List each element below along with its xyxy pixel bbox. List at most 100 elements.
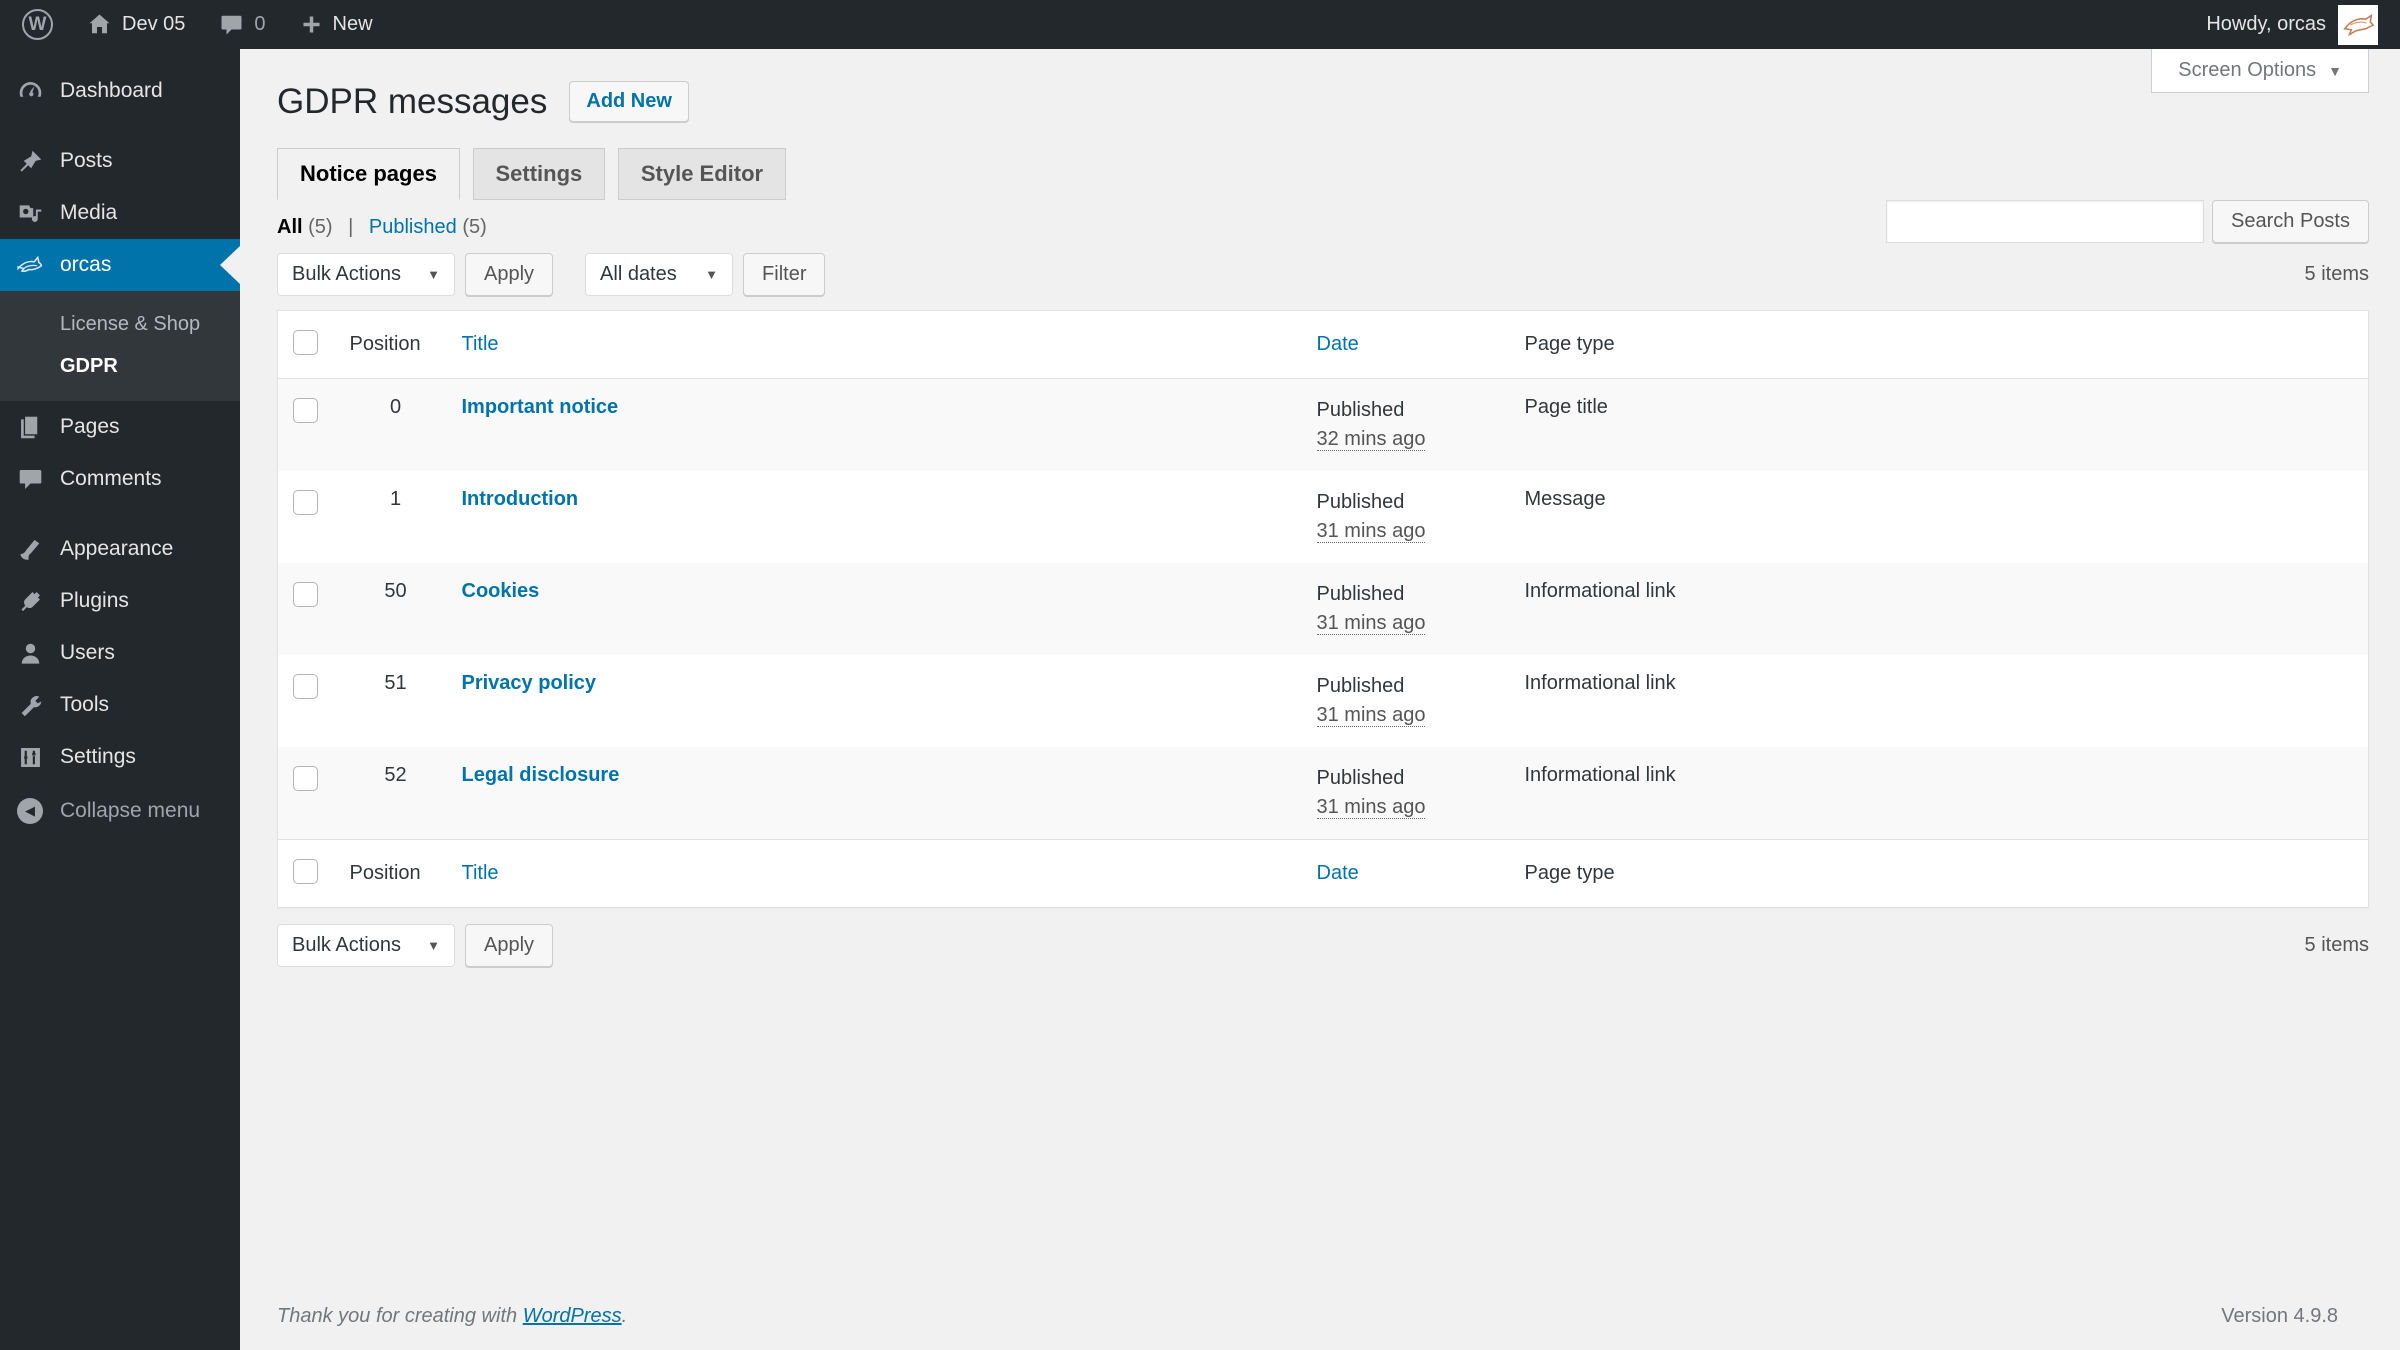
submenu-item-gdpr[interactable]: GDPR bbox=[0, 345, 240, 387]
row-status: Published bbox=[1316, 767, 1405, 789]
select-all-checkbox[interactable] bbox=[293, 859, 318, 884]
wp-logo-menu[interactable]: W bbox=[22, 9, 53, 40]
sidebar-item-comments[interactable]: Comments bbox=[0, 453, 240, 505]
column-header-title[interactable]: Title bbox=[462, 333, 499, 355]
sidebar-item-label: Plugins bbox=[60, 589, 129, 612]
row-checkbox[interactable] bbox=[293, 490, 318, 515]
row-date: 31 mins ago bbox=[1316, 704, 1426, 727]
add-new-button[interactable]: Add New bbox=[569, 81, 689, 122]
admin-bar: W Dev 05 0 New Howdy, orcas bbox=[0, 0, 2400, 49]
user-avatar bbox=[2338, 4, 2378, 45]
tab-style-editor[interactable]: Style Editor bbox=[617, 148, 787, 200]
search-posts-button[interactable]: Search Posts bbox=[2212, 200, 2369, 243]
admin-bar-comments[interactable]: 0 bbox=[219, 12, 266, 37]
my-account-menu[interactable]: Howdy, orcas bbox=[2206, 4, 2378, 45]
plus-icon bbox=[300, 13, 323, 36]
select-all-checkbox[interactable] bbox=[293, 330, 318, 355]
howdy-label: Howdy, orcas bbox=[2206, 13, 2326, 35]
sidebar-item-users[interactable]: Users bbox=[0, 627, 240, 679]
site-name-label: Dev 05 bbox=[122, 13, 186, 35]
column-footer-page-type: Page type bbox=[1524, 839, 2369, 908]
table-header-row: Position Title Date Page type bbox=[277, 310, 2369, 379]
row-title-link[interactable]: Privacy policy bbox=[462, 672, 597, 694]
row-status: Published bbox=[1316, 583, 1405, 605]
tab-notice-pages[interactable]: Notice pages bbox=[277, 148, 460, 200]
tab-settings[interactable]: Settings bbox=[472, 148, 606, 200]
pages-icon bbox=[15, 414, 45, 441]
column-header-date[interactable]: Date bbox=[1317, 333, 1359, 355]
new-content-button[interactable]: New bbox=[300, 13, 373, 36]
notice-pages-table: Position Title Date Page type 0 Importan… bbox=[277, 310, 2369, 908]
sidebar-item-orcas[interactable]: orcas bbox=[0, 239, 240, 291]
sidebar-item-tools[interactable]: Tools bbox=[0, 679, 240, 731]
comments-bubble-icon bbox=[219, 12, 244, 37]
view-published-count: (5) bbox=[462, 216, 487, 238]
wordpress-logo-icon: W bbox=[22, 9, 53, 40]
apply-button[interactable]: Apply bbox=[465, 253, 554, 296]
collapse-menu-button[interactable]: ◀ Collapse menu bbox=[0, 785, 240, 837]
submenu-item-label: GDPR bbox=[60, 354, 118, 377]
sidebar-item-settings[interactable]: Settings bbox=[0, 731, 240, 783]
sidebar-item-label: Appearance bbox=[60, 537, 174, 560]
view-all-link[interactable]: All bbox=[277, 216, 303, 238]
submenu-item-license-shop[interactable]: License & Shop bbox=[0, 303, 240, 345]
view-divider: | bbox=[348, 216, 354, 238]
sidebar-item-label: Pages bbox=[60, 415, 120, 438]
sidebar-item-dashboard[interactable]: Dashboard bbox=[0, 65, 240, 117]
dates-filter-select[interactable]: All dates ▼ bbox=[585, 253, 734, 296]
row-checkbox[interactable] bbox=[293, 674, 318, 699]
row-date: 31 mins ago bbox=[1316, 612, 1426, 635]
row-checkbox[interactable] bbox=[293, 398, 318, 423]
row-date: 32 mins ago bbox=[1316, 428, 1426, 451]
table-row: 50 Cookies Published 31 mins ago Informa… bbox=[277, 563, 2369, 655]
home-icon bbox=[87, 12, 112, 37]
row-position: 0 bbox=[389, 396, 402, 418]
row-page-type: Informational link bbox=[1524, 563, 2369, 655]
column-footer-date[interactable]: Date bbox=[1317, 862, 1359, 884]
bulk-actions-select-bottom[interactable]: Bulk Actions ▼ bbox=[277, 924, 455, 967]
wordpress-admin-screen: W Dev 05 0 New Howdy, orcas Dashboard Po… bbox=[0, 0, 2400, 1350]
apply-button-bottom[interactable]: Apply bbox=[465, 924, 554, 967]
sidebar-item-label: Media bbox=[60, 201, 118, 224]
row-checkbox[interactable] bbox=[293, 766, 318, 791]
column-header-page-type: Page type bbox=[1524, 310, 2369, 379]
sidebar-item-posts[interactable]: Posts bbox=[0, 135, 240, 187]
menu-separator bbox=[0, 505, 240, 523]
row-position: 52 bbox=[384, 764, 407, 786]
bulk-actions-select[interactable]: Bulk Actions ▼ bbox=[277, 253, 455, 296]
page-header: GDPR messages Add New bbox=[277, 81, 2369, 122]
sidebar-item-appearance[interactable]: Appearance bbox=[0, 523, 240, 575]
sidebar-item-pages[interactable]: Pages bbox=[0, 401, 240, 453]
sidebar-item-label: Comments bbox=[60, 467, 162, 490]
footer-thanks-suffix: . bbox=[621, 1305, 628, 1327]
search-input[interactable] bbox=[1886, 200, 2205, 243]
row-position: 50 bbox=[384, 580, 407, 602]
row-title-link[interactable]: Introduction bbox=[462, 488, 579, 510]
new-label: New bbox=[332, 13, 373, 35]
row-checkbox[interactable] bbox=[293, 582, 318, 607]
table-row: 0 Important notice Published 32 mins ago… bbox=[277, 378, 2369, 471]
sidebar-item-label: Posts bbox=[60, 149, 113, 172]
row-title-link[interactable]: Important notice bbox=[462, 396, 619, 418]
column-footer-title[interactable]: Title bbox=[462, 862, 499, 884]
page-title: GDPR messages bbox=[277, 81, 548, 121]
filter-button[interactable]: Filter bbox=[743, 253, 826, 296]
pushpin-icon bbox=[15, 148, 45, 175]
row-title-link[interactable]: Cookies bbox=[462, 580, 540, 602]
sidebar-item-label: Dashboard bbox=[60, 79, 163, 102]
dates-filter-value: All dates bbox=[600, 263, 677, 285]
footer-version: Version 4.9.8 bbox=[2221, 1305, 2338, 1327]
view-published-link[interactable]: Published bbox=[369, 216, 457, 238]
sidebar-item-media[interactable]: Media bbox=[0, 187, 240, 239]
footer-thanks-prefix: Thank you for creating with bbox=[277, 1305, 523, 1327]
wordpress-link[interactable]: WordPress bbox=[523, 1305, 622, 1327]
bulk-actions-value: Bulk Actions bbox=[292, 263, 401, 285]
site-name-link[interactable]: Dev 05 bbox=[87, 12, 185, 37]
orca-icon bbox=[15, 251, 45, 280]
sidebar-item-plugins[interactable]: Plugins bbox=[0, 575, 240, 627]
collapse-menu-label: Collapse menu bbox=[60, 799, 201, 822]
select-arrow-icon: ▼ bbox=[427, 267, 440, 282]
tablenav-bottom: Bulk Actions ▼ Apply 5 items bbox=[277, 924, 2369, 967]
row-title-link[interactable]: Legal disclosure bbox=[462, 764, 620, 786]
row-status: Published bbox=[1316, 399, 1405, 421]
